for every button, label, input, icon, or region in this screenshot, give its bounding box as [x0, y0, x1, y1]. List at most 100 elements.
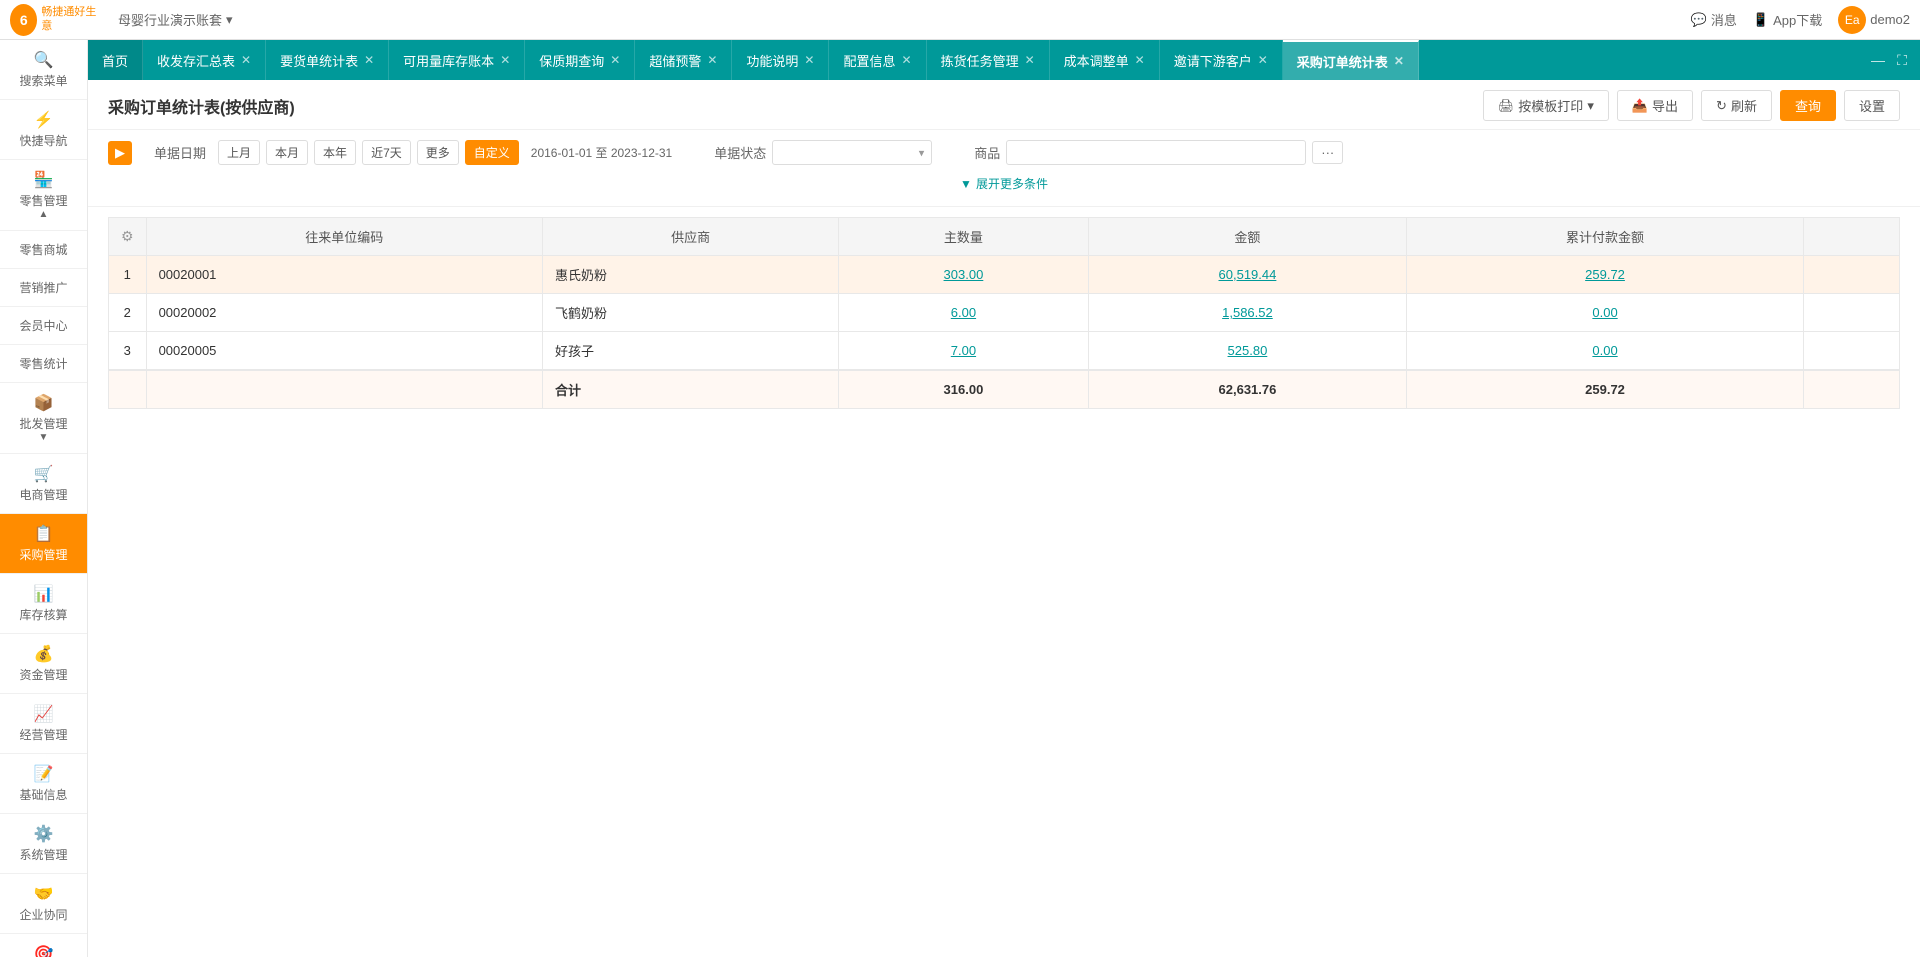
tab-kuyun[interactable]: 可用量库存账本 ✕	[389, 40, 525, 80]
table-row: 3 00020005 好孩子 7.00 525.80 0.00	[109, 332, 1900, 371]
window-minimize-button[interactable]: —	[1868, 50, 1888, 70]
tab-baozhiqi-close[interactable]: ✕	[610, 53, 620, 67]
footer-paid: 259.72	[1407, 370, 1803, 409]
sidebar-item-retail[interactable]: 🏪 零售管理 ▲	[0, 160, 87, 231]
date-btn-this-year[interactable]: 本年	[314, 140, 356, 165]
tab-peihuorenwu[interactable]: 拣货任务管理 ✕	[927, 40, 1050, 80]
tab-shoufa-close[interactable]: ✕	[241, 53, 251, 67]
sidebar-item-ecommerce[interactable]: 🛒 电商管理	[0, 454, 87, 514]
row-1-amount[interactable]: 60,519.44	[1088, 256, 1407, 294]
row-3-amount[interactable]: 525.80	[1088, 332, 1407, 371]
main-content: 采购订单统计表(按供应商) 🖨 按模板打印 ▾ 📤 导出 ↻	[88, 80, 1920, 957]
row-3-qty[interactable]: 7.00	[839, 332, 1088, 371]
sidebar-item-retail-shop[interactable]: 零售商城	[0, 231, 87, 269]
tab-peizhi-close[interactable]: ✕	[902, 53, 912, 67]
tab-yaohuo[interactable]: 要货单统计表 ✕	[266, 40, 389, 80]
goods-input[interactable]	[1006, 140, 1306, 165]
app-download-label: App下载	[1773, 10, 1822, 29]
col-amount-header: 金额	[1088, 218, 1407, 256]
row-2-code: 00020002	[146, 294, 542, 332]
export-button[interactable]: 📤 导出	[1617, 90, 1693, 121]
logo-icon: 6	[10, 4, 37, 36]
footer-label: 合计	[542, 370, 838, 409]
settings-button[interactable]: 设置	[1844, 90, 1900, 121]
tab-chaochuyujing[interactable]: 超储预警 ✕	[635, 40, 732, 80]
table-header-row: ⚙ 往来单位编码 供应商 主数量 金额 累计付款金额	[109, 218, 1900, 256]
tab-baozhiqi[interactable]: 保质期查询 ✕	[525, 40, 635, 80]
sidebar-item-member[interactable]: 会员中心	[0, 307, 87, 345]
print-icon: 🖨	[1498, 98, 1515, 114]
row-1-extra	[1803, 256, 1899, 294]
guide-icon: 🎯	[34, 944, 54, 957]
gear-settings-icon[interactable]: ⚙	[121, 228, 134, 244]
tab-chengben-close[interactable]: ✕	[1135, 53, 1145, 67]
filter-toggle-arrow[interactable]: ▶	[108, 141, 132, 165]
content-area: 首页 收发存汇总表 ✕ 要货单统计表 ✕ 可用量库存账本 ✕ 保质期查询 ✕	[88, 40, 1920, 957]
sidebar-item-enterprise-collab[interactable]: 🤝 企业协同	[0, 874, 87, 934]
sidebar-ecommerce-label: 电商管理	[19, 486, 67, 503]
sidebar-item-inventory[interactable]: 📊 库存核算	[0, 574, 87, 634]
tab-chaochuyujing-label: 超储预警	[649, 51, 701, 70]
date-btn-this-month[interactable]: 本月	[266, 140, 308, 165]
date-btn-custom[interactable]: 自定义	[465, 140, 519, 165]
sidebar-item-marketing[interactable]: 营销推广	[0, 269, 87, 307]
footer-extra	[1803, 370, 1899, 409]
sidebar-item-system[interactable]: ⚙️ 系统管理	[0, 814, 87, 874]
workspace-selector[interactable]: 母婴行业演示账套 ▾	[118, 10, 237, 29]
tab-caigoudingjian[interactable]: 采购订单统计表 ✕	[1283, 40, 1419, 80]
row-2-amount[interactable]: 1,586.52	[1088, 294, 1407, 332]
row-2-supplier: 飞鹤奶粉	[542, 294, 838, 332]
sidebar-item-purchase[interactable]: 📋 采购管理	[0, 514, 87, 574]
sidebar-wholesale-label: 批发管理	[19, 415, 67, 432]
sidebar-item-capital[interactable]: 💰 资金管理	[0, 634, 87, 694]
expand-more-filter[interactable]: ▼ 展开更多条件	[108, 171, 1900, 196]
row-3-paid[interactable]: 0.00	[1407, 332, 1803, 371]
sidebar-item-operations[interactable]: 📈 经营管理	[0, 694, 87, 754]
tab-shoufa[interactable]: 收发存汇总表 ✕	[143, 40, 266, 80]
tab-chengben[interactable]: 成本调整单 ✕	[1050, 40, 1160, 80]
row-2-qty[interactable]: 6.00	[839, 294, 1088, 332]
app-download-button[interactable]: 📱 App下载	[1753, 10, 1822, 29]
user-area[interactable]: Ea demo2	[1838, 6, 1910, 34]
date-btn-more[interactable]: 更多	[417, 140, 459, 165]
sidebar-item-new-guide[interactable]: 🎯 新手引导	[0, 934, 87, 957]
sidebar-item-search[interactable]: 🔍 搜索菜单	[0, 40, 87, 100]
tab-peizhi-label: 配置信息	[843, 51, 895, 70]
collab-icon: 🤝	[34, 884, 54, 904]
sidebar-retail-stats-label: 零售统计	[19, 355, 67, 372]
tab-yaoqing-close[interactable]: ✕	[1258, 53, 1268, 67]
tab-gongneng[interactable]: 功能说明 ✕	[732, 40, 829, 80]
tab-caigoudingjian-close[interactable]: ✕	[1394, 54, 1404, 68]
row-1-qty[interactable]: 303.00	[839, 256, 1088, 294]
wholesale-expand-icon: ▼	[39, 432, 49, 443]
sidebar-system-label: 系统管理	[19, 846, 67, 863]
sidebar-item-retail-stats[interactable]: 零售统计	[0, 345, 87, 383]
sidebar-member-label: 会员中心	[19, 317, 67, 334]
row-2-paid[interactable]: 0.00	[1407, 294, 1803, 332]
row-1-paid[interactable]: 259.72	[1407, 256, 1803, 294]
query-button[interactable]: 查询	[1780, 90, 1836, 121]
print-button[interactable]: 🖨 按模板打印 ▾	[1483, 90, 1609, 121]
row-1-no: 1	[109, 256, 147, 294]
window-maximize-button[interactable]: ⛶	[1892, 50, 1912, 70]
sidebar-item-wholesale[interactable]: 📦 批发管理 ▼	[0, 383, 87, 454]
tab-yaoqing[interactable]: 邀请下游客户 ✕	[1160, 40, 1283, 80]
tab-yaohuo-close[interactable]: ✕	[364, 53, 374, 67]
tab-kuyun-close[interactable]: ✕	[500, 53, 510, 67]
row-2-extra	[1803, 294, 1899, 332]
tab-gongneng-close[interactable]: ✕	[804, 53, 814, 67]
capital-icon: 💰	[34, 644, 54, 664]
date-btn-7days[interactable]: 近7天	[362, 140, 411, 165]
tab-peizhi[interactable]: 配置信息 ✕	[829, 40, 926, 80]
goods-more-button[interactable]: ···	[1312, 141, 1343, 164]
message-button[interactable]: 💬 消息	[1691, 10, 1737, 29]
refresh-button[interactable]: ↻ 刷新	[1701, 90, 1772, 121]
status-select[interactable]	[772, 140, 932, 165]
tab-chaochuyujing-close[interactable]: ✕	[707, 53, 717, 67]
row-3-supplier: 好孩子	[542, 332, 838, 371]
sidebar-item-quicknav[interactable]: ⚡ 快捷导航	[0, 100, 87, 160]
tab-home[interactable]: 首页	[88, 40, 143, 80]
sidebar-item-basic-info[interactable]: 📝 基础信息	[0, 754, 87, 814]
date-btn-last-month[interactable]: 上月	[218, 140, 260, 165]
tab-peihuorenwu-close[interactable]: ✕	[1025, 53, 1035, 67]
